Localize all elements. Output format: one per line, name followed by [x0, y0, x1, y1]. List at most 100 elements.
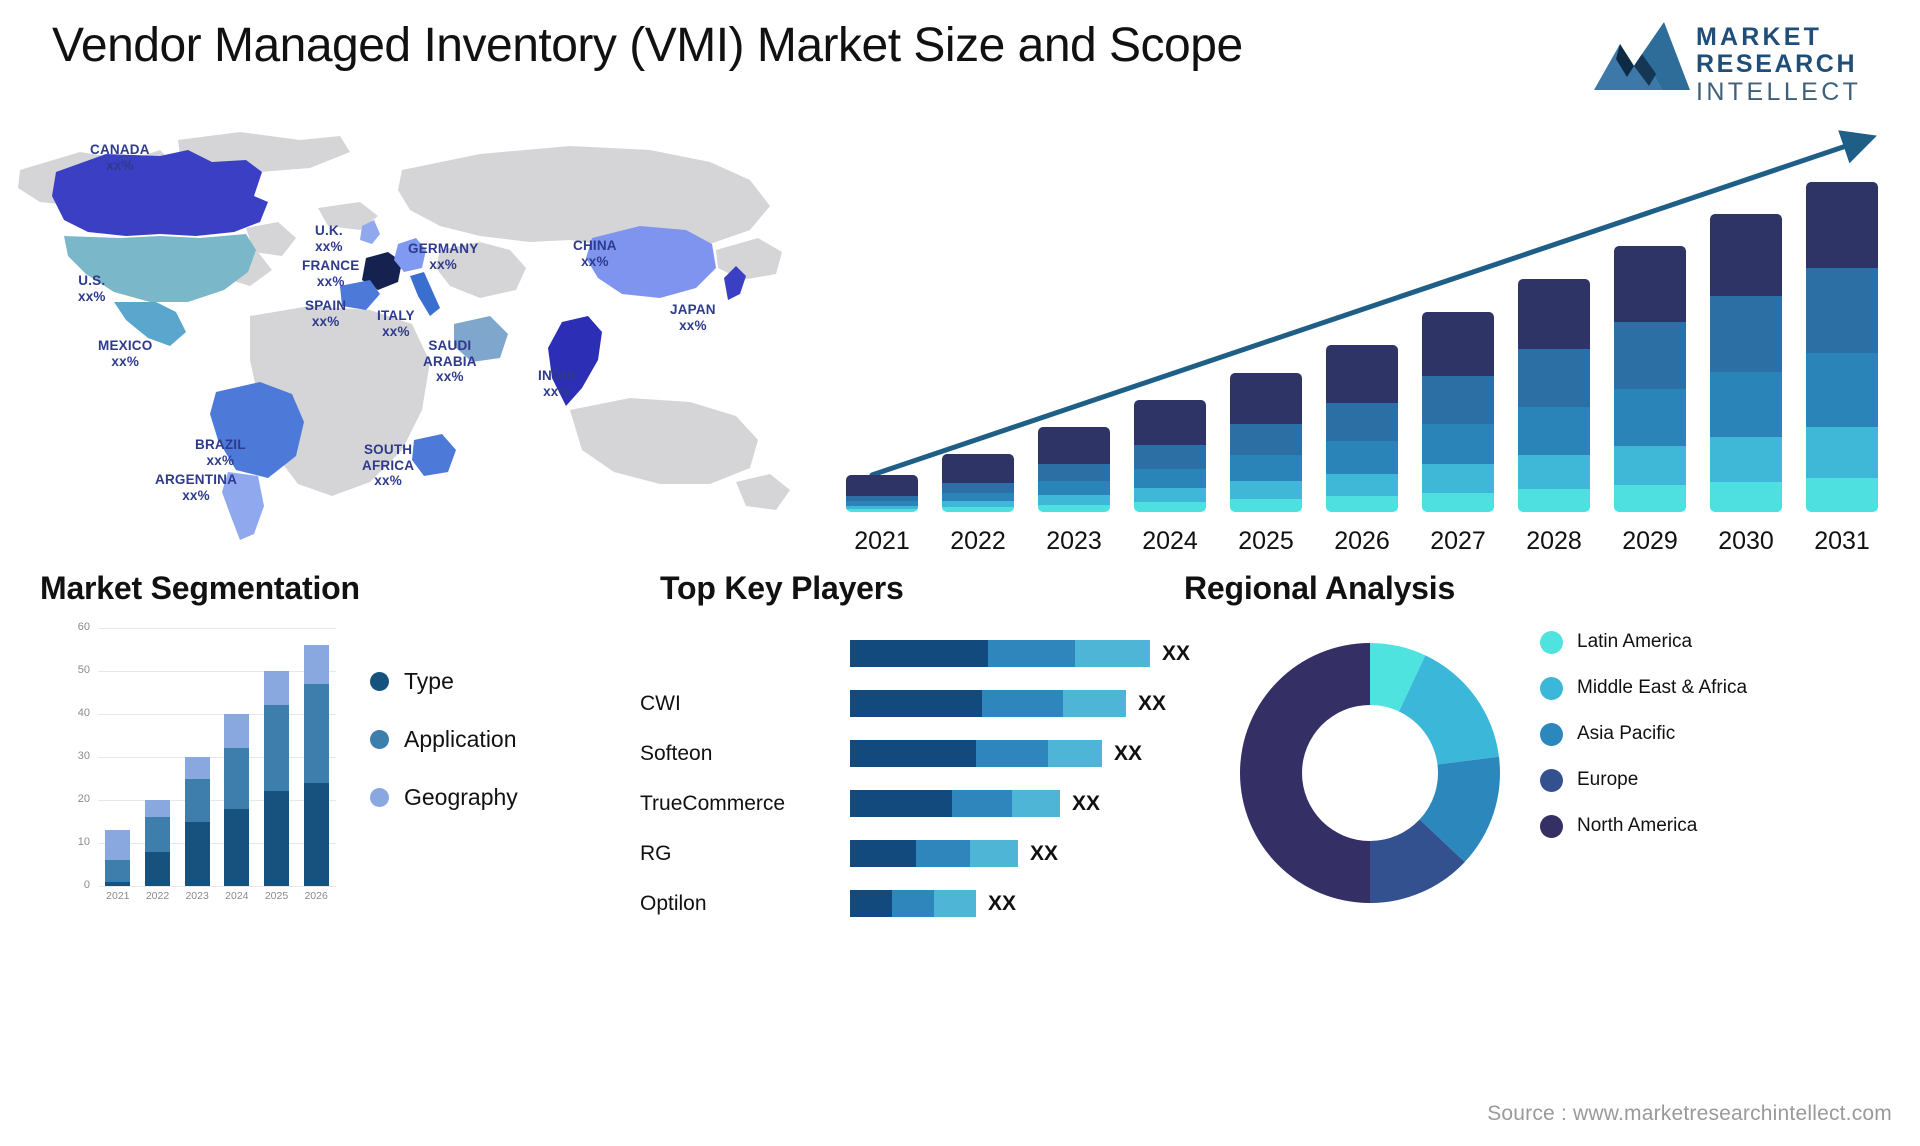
- growth-bar-2029: XX: [1614, 246, 1686, 512]
- regional-legend-label: Europe: [1577, 769, 1639, 790]
- map-label-country: SAUDI ARABIA: [423, 338, 477, 369]
- segmentation-segment-type: [224, 808, 250, 886]
- growth-bar-segment-segment-3: [1326, 441, 1398, 474]
- player-name-truecommerce: TrueCommerce: [640, 792, 786, 815]
- segmentation-segment-application: [184, 778, 210, 822]
- growth-bar-segment-segment-1: [942, 507, 1014, 512]
- market-segmentation-title: Market Segmentation: [40, 570, 360, 606]
- segmentation-legend-label: Type: [404, 668, 454, 694]
- growth-bar-2027: XX: [1422, 312, 1494, 512]
- map-label-country: MEXICO: [98, 338, 153, 353]
- growth-bar-segment-segment-3: [1038, 480, 1110, 495]
- growth-bar-segment-segment-1: [1614, 485, 1686, 512]
- map-label-country: ARGENTINA: [155, 472, 238, 487]
- logo-mountain-icon: [1594, 22, 1690, 90]
- growth-bar-2022: XX: [942, 454, 1014, 512]
- growth-bar-segment-segment-1: [1134, 501, 1206, 512]
- player-bar-segment-part-2: [988, 640, 1075, 667]
- map-label-saudi-arabia: SAUDI ARABIA xx%: [423, 338, 477, 385]
- map-label-country: CHINA: [573, 238, 617, 253]
- growth-bar-segment-segment-4: [1038, 464, 1110, 481]
- growth-bar-segment-segment-2: [1230, 480, 1302, 500]
- regional-legend-label: Asia Pacific: [1577, 723, 1676, 744]
- segmentation-legend: Type Application Geography: [370, 668, 518, 842]
- growth-bar-segment-segment-5: [1326, 345, 1398, 403]
- segmentation-gridline: [98, 843, 336, 844]
- player-name-optilon: Optilon: [640, 892, 707, 915]
- growth-bar-year-label: 2029: [1622, 527, 1678, 555]
- segmentation-x-label: 2026: [304, 890, 328, 902]
- growth-bar-stack: XX: [1518, 279, 1590, 512]
- growth-bar-2028: XX: [1518, 279, 1590, 512]
- player-bar-segment-part-3: [1075, 640, 1150, 667]
- segmentation-segment-type: [105, 881, 131, 886]
- growth-bar-segment-segment-5: [942, 454, 1014, 483]
- growth-bar-segment-segment-5: [1614, 246, 1686, 323]
- growth-bar-segment-segment-4: [1422, 376, 1494, 425]
- legend-swatch-icon: [1540, 723, 1563, 746]
- map-label-country: INDIA: [538, 368, 576, 383]
- map-label-value: xx%: [182, 487, 210, 503]
- logo-line-intellect: INTELLECT: [1696, 78, 1862, 106]
- segmentation-segment-geography: [303, 645, 329, 684]
- map-label-country: U.S.: [78, 273, 106, 288]
- player-name-cwi: CWI: [640, 692, 681, 715]
- segmentation-segment-application: [224, 748, 250, 809]
- player-bar-segment-part-2: [952, 790, 1012, 817]
- player-bar-segment-part-3: [1048, 740, 1102, 767]
- map-label-u-s-: U.S. xx%: [78, 273, 106, 304]
- growth-bar-segment-segment-3: [1806, 353, 1878, 427]
- segmentation-gridline: [98, 886, 336, 887]
- growth-bar-year-label: 2028: [1526, 527, 1582, 555]
- segmentation-bar-2024: [224, 714, 250, 886]
- growth-bar-chart: XXXXXXXXXXXXXXXXXXXXXX 20212022202320242…: [840, 120, 1910, 570]
- segmentation-gridline: [98, 757, 336, 758]
- map-label-country: BRAZIL: [195, 437, 246, 452]
- map-label-value: xx%: [78, 288, 106, 304]
- segmentation-y-tick: 60: [77, 621, 90, 633]
- map-label-germany: GERMANY xx%: [408, 241, 478, 272]
- segmentation-gridline: [98, 628, 336, 629]
- growth-bar-segment-segment-2: [1806, 426, 1878, 479]
- map-label-france: FRANCE xx%: [302, 258, 359, 289]
- growth-bar-segment-segment-3: [1614, 389, 1686, 447]
- growth-bar-2026: XX: [1326, 345, 1398, 512]
- growth-bar-segment-segment-5: [1038, 426, 1110, 465]
- country-south-africa: [412, 434, 456, 476]
- map-label-value: xx%: [374, 473, 402, 488]
- regional-analysis-section: Regional Analysis Latin America Middle Ea…: [1160, 570, 1900, 930]
- segmentation-x-label: 2024: [225, 890, 249, 902]
- growth-bar-segment-segment-3: [1230, 455, 1302, 481]
- donut-slice-north-america: [1240, 643, 1370, 903]
- player-bar-segment-part-3: [934, 890, 976, 917]
- map-label-country: FRANCE: [302, 258, 360, 273]
- growth-bar-stack: XX: [1134, 400, 1206, 512]
- player-bar-top: [850, 640, 1150, 667]
- segmentation-plot: 60 50 40 30 20 10 0 2021 2022 2023 2024 2025 2026: [78, 621, 336, 902]
- segmentation-y-tick: 10: [77, 836, 90, 848]
- growth-bar-2030: XX: [1710, 214, 1782, 512]
- player-bar-segment-part-1: [850, 790, 952, 817]
- country-canada: [52, 150, 268, 236]
- growth-bar-segment-segment-3: [1518, 406, 1590, 456]
- growth-bar-year-label: 2025: [1238, 527, 1294, 555]
- growth-bar-segment-segment-1: [1326, 496, 1398, 512]
- growth-bar-segment-segment-4: [1614, 322, 1686, 390]
- growth-bar-segment-segment-5: [846, 475, 918, 496]
- regional-donut-chart: [1240, 643, 1500, 903]
- map-label-south-africa: SOUTH AFRICA xx%: [362, 442, 414, 489]
- segmentation-gridline: [98, 800, 336, 801]
- page-title: Vendor Managed Inventory (VMI) Market Si…: [52, 19, 1243, 72]
- growth-bar-stack: XX: [1710, 214, 1782, 512]
- top-key-players-title: Top Key Players: [660, 570, 904, 606]
- map-label-country: SOUTH AFRICA: [362, 442, 415, 473]
- segmentation-segment-application: [264, 705, 289, 792]
- growth-bar-segment-segment-2: [1614, 446, 1686, 486]
- map-label-value: xx%: [316, 273, 345, 289]
- segmentation-legend-item-type: Type: [370, 668, 518, 695]
- top-key-players-section: Top Key Players XX CWI XX Softeon XX TrueComm…: [640, 570, 1200, 930]
- growth-bar-segment-segment-3: [1134, 468, 1206, 489]
- segmentation-y-tick: 20: [77, 793, 90, 805]
- growth-bar-segment-segment-2: [1518, 455, 1590, 490]
- player-bar-value: XX: [1072, 792, 1101, 815]
